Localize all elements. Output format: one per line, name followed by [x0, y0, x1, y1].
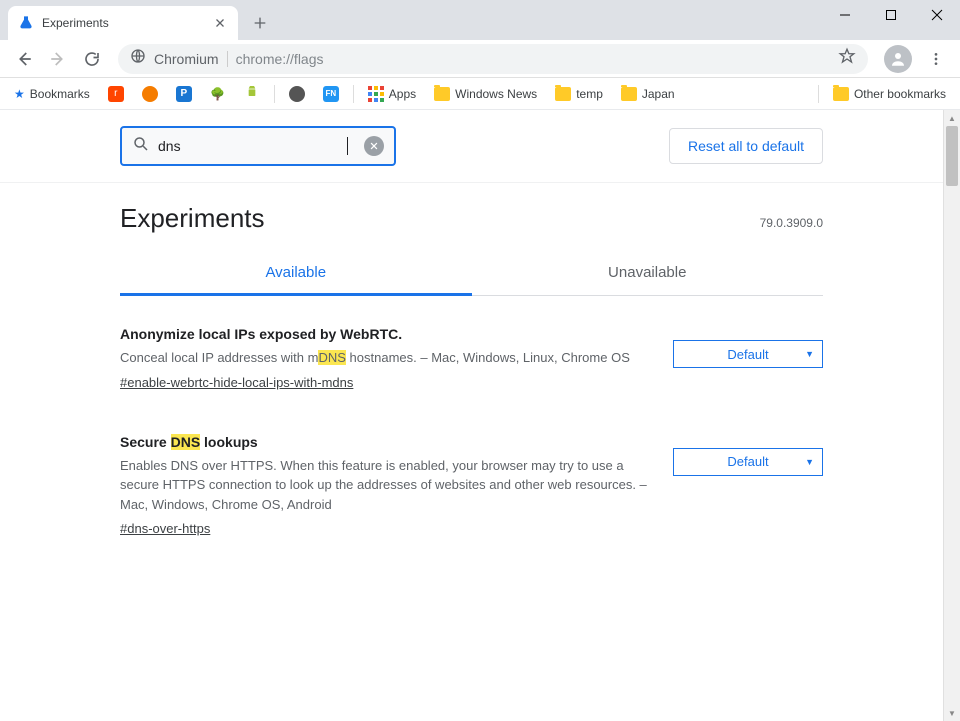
tab-unavailable[interactable]: Unavailable	[472, 252, 824, 296]
tab-available[interactable]: Available	[120, 252, 472, 296]
globe-icon	[130, 48, 146, 69]
close-icon[interactable]	[212, 15, 228, 31]
bookmark-item[interactable]	[240, 81, 264, 106]
back-button[interactable]	[8, 43, 40, 75]
folder-icon	[621, 87, 637, 101]
flag-anchor-link[interactable]: #dns-over-https	[120, 521, 210, 536]
bookmark-item[interactable]: r	[104, 83, 128, 105]
bookmark-folder[interactable]: Japan	[617, 84, 679, 104]
omnibox-separator	[227, 51, 228, 67]
tabs-row: Available Unavailable	[0, 242, 943, 296]
folder-icon	[833, 87, 849, 101]
reset-all-button[interactable]: Reset all to default	[669, 128, 823, 164]
flag-description: Enables DNS over HTTPS. When this featur…	[120, 456, 649, 515]
favicon-icon: r	[108, 86, 124, 102]
page-header: Experiments 79.0.3909.0	[0, 183, 943, 242]
flag-select[interactable]: Default	[673, 340, 823, 368]
scrollbar-thumb[interactable]	[946, 126, 958, 186]
clear-search-button[interactable]	[364, 136, 384, 156]
apps-grid-icon	[368, 86, 384, 102]
bookmark-label: Japan	[642, 87, 675, 101]
search-highlight: DNS	[171, 434, 201, 450]
flag-select-value: Default	[727, 347, 768, 362]
bookmark-separator	[353, 85, 354, 103]
close-window-button[interactable]	[914, 0, 960, 30]
favicon-icon: 🌳	[210, 86, 226, 102]
other-bookmarks[interactable]: Other bookmarks	[829, 84, 950, 104]
flag-item: Secure DNS lookups Enables DNS over HTTP…	[120, 434, 823, 539]
maximize-button[interactable]	[868, 0, 914, 30]
folder-icon	[555, 87, 571, 101]
flags-list: Anonymize local IPs exposed by WebRTC. C…	[0, 296, 943, 610]
flask-icon	[18, 15, 34, 31]
bookmark-label: temp	[576, 87, 603, 101]
flag-title: Secure DNS lookups	[120, 434, 649, 450]
android-icon	[244, 84, 260, 103]
search-highlight: DNS	[318, 350, 345, 365]
bookmark-apps[interactable]: Apps	[364, 83, 420, 105]
favicon-icon: P	[176, 86, 192, 102]
scroll-up-icon[interactable]: ▲	[944, 110, 960, 126]
titlebar: Experiments	[0, 0, 960, 40]
version-label: 79.0.3909.0	[760, 216, 823, 230]
bookmark-separator	[818, 85, 819, 103]
search-icon	[132, 135, 150, 158]
folder-icon	[434, 87, 450, 101]
page-content: Reset all to default Experiments 79.0.39…	[0, 110, 944, 721]
forward-button[interactable]	[42, 43, 74, 75]
globe-icon	[289, 86, 305, 102]
search-row: Reset all to default	[0, 110, 943, 183]
search-box[interactable]	[120, 126, 396, 166]
star-icon: ★	[14, 87, 25, 101]
page-title: Experiments	[120, 203, 265, 234]
flag-select-value: Default	[727, 454, 768, 469]
favicon-icon: FN	[323, 86, 339, 102]
favicon-icon	[142, 86, 158, 102]
window-controls	[822, 0, 960, 30]
tab-title: Experiments	[42, 16, 212, 30]
flag-description: Conceal local IP addresses with mDNS hos…	[120, 348, 649, 368]
omnibox-url: chrome://flags	[236, 51, 830, 67]
profile-button[interactable]	[884, 45, 912, 73]
scrollbar[interactable]: ▲ ▼	[944, 110, 960, 721]
address-bar[interactable]: Chromium chrome://flags	[118, 44, 868, 74]
flag-item: Anonymize local IPs exposed by WebRTC. C…	[120, 326, 823, 392]
browser-tab[interactable]: Experiments	[8, 6, 238, 40]
bookmark-label: Bookmarks	[30, 87, 90, 101]
omnibox-product: Chromium	[154, 51, 219, 67]
bookmark-folder[interactable]: Windows News	[430, 84, 541, 104]
bookmark-separator	[274, 85, 275, 103]
scroll-down-icon[interactable]: ▼	[944, 705, 960, 721]
bookmark-bookmarks[interactable]: ★ Bookmarks	[10, 84, 94, 104]
text-cursor	[347, 137, 348, 155]
flag-select[interactable]: Default	[673, 448, 823, 476]
search-input[interactable]	[158, 138, 339, 154]
bookmark-label: Apps	[389, 87, 416, 101]
bookmark-item[interactable]	[285, 83, 309, 105]
bookmarks-bar: ★ Bookmarks r P 🌳 FN Apps Windows News te…	[0, 78, 960, 110]
kebab-menu-icon[interactable]	[920, 43, 952, 75]
bookmark-label: Other bookmarks	[854, 87, 946, 101]
bookmark-folder[interactable]: temp	[551, 84, 607, 104]
bookmark-label: Windows News	[455, 87, 537, 101]
bookmark-item[interactable]	[138, 83, 162, 105]
reload-button[interactable]	[76, 43, 108, 75]
bookmark-star-icon[interactable]	[838, 47, 856, 70]
bookmark-item[interactable]: 🌳	[206, 83, 230, 105]
bookmark-item[interactable]: P	[172, 83, 196, 105]
flag-title: Anonymize local IPs exposed by WebRTC.	[120, 326, 649, 342]
bookmark-item[interactable]: FN	[319, 83, 343, 105]
new-tab-button[interactable]	[246, 9, 274, 37]
browser-toolbar: Chromium chrome://flags	[0, 40, 960, 78]
flag-anchor-link[interactable]: #enable-webrtc-hide-local-ips-with-mdns	[120, 375, 353, 390]
minimize-button[interactable]	[822, 0, 868, 30]
